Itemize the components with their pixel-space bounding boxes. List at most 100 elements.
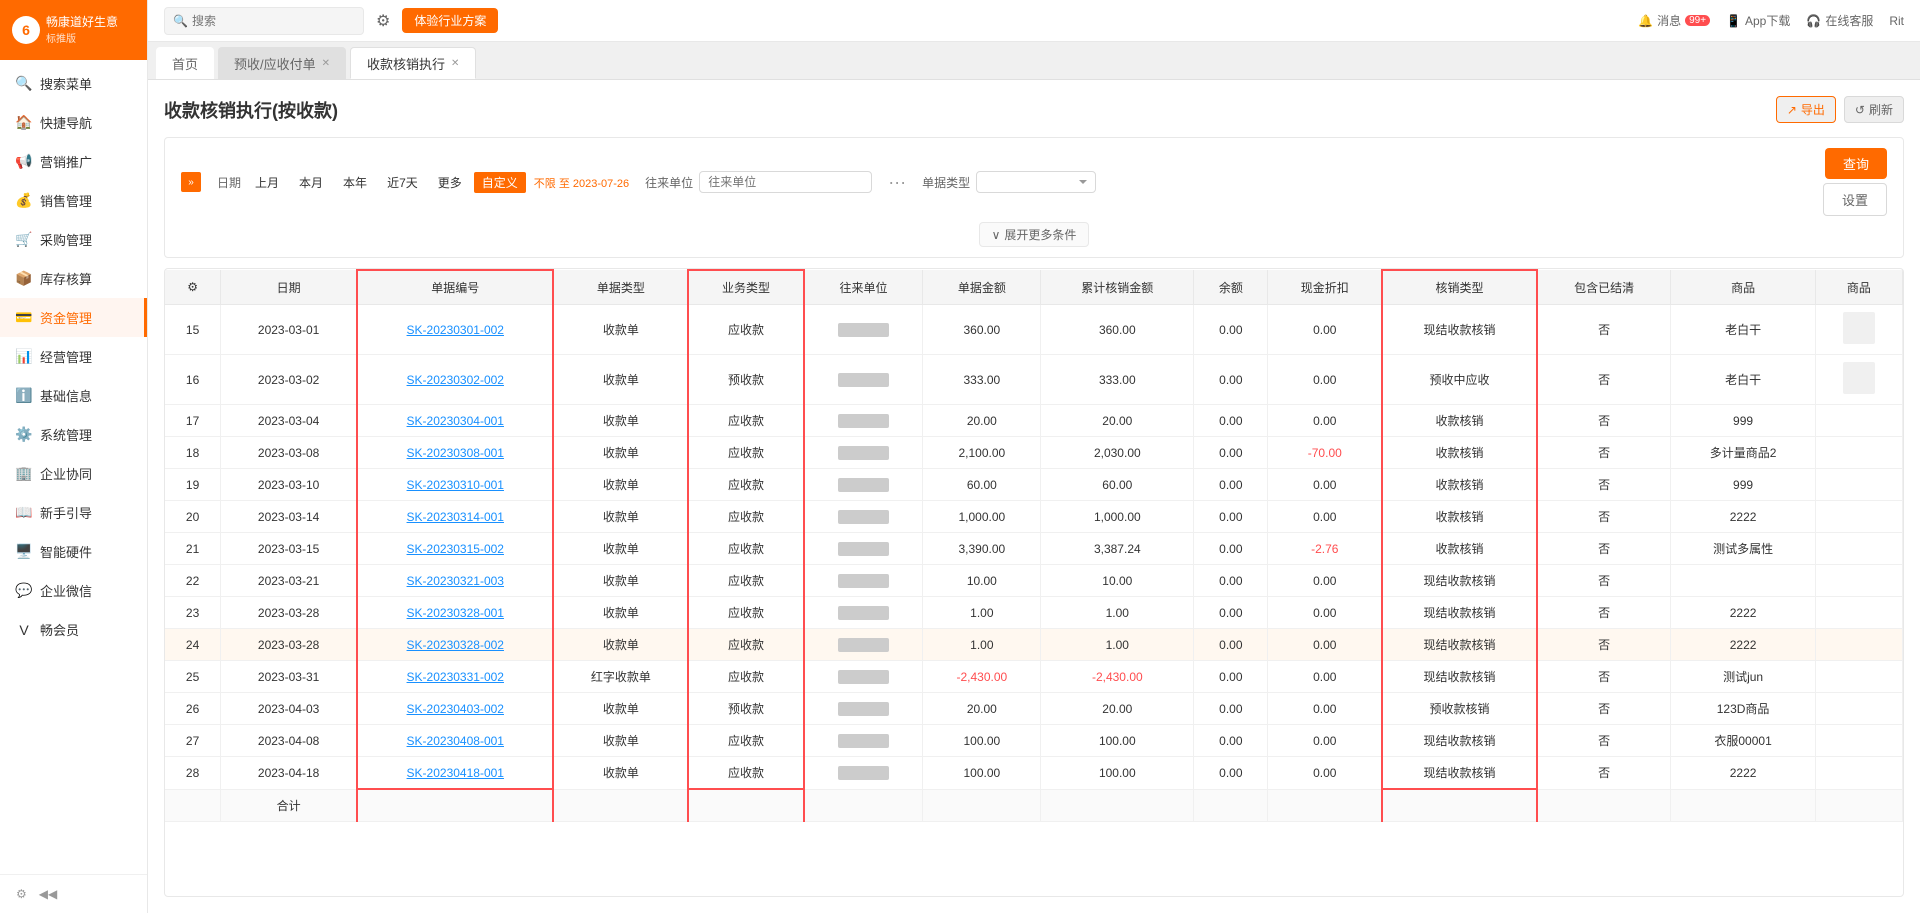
bill-no-link[interactable]: SK-20230302-002 xyxy=(407,373,504,387)
td-bill_no[interactable]: SK-20230328-001 xyxy=(357,597,553,629)
td-bill_type: 收款单 xyxy=(553,305,688,355)
bill-no-link[interactable]: SK-20230304-001 xyxy=(407,414,504,428)
expand-conditions-btn[interactable]: ∨ 展开更多条件 xyxy=(979,222,1090,247)
td-product: 老白干 xyxy=(1671,305,1815,355)
td-bill_no[interactable]: SK-20230308-001 xyxy=(357,437,553,469)
sidebar-bottom: ⚙ ◀◀ xyxy=(0,874,147,913)
search-input[interactable] xyxy=(192,14,332,28)
td-bill_no[interactable]: SK-20230301-002 xyxy=(357,305,553,355)
tab-close-prepay[interactable]: ✕ xyxy=(322,58,330,69)
nav-icon-quick-nav: 🏠 xyxy=(16,115,32,131)
sidebar-item-sales[interactable]: 💰销售管理 xyxy=(0,181,147,220)
sidebar-item-wechat[interactable]: 💬企业微信 xyxy=(0,571,147,610)
td-bill_no[interactable]: SK-20230315-002 xyxy=(357,533,553,565)
nav-label-sales: 销售管理 xyxy=(40,191,92,210)
tab-prepay[interactable]: 预收/应收付单✕ xyxy=(218,47,346,79)
bill-no-link[interactable]: SK-20230308-001 xyxy=(407,446,504,460)
td-product: 测试多属性 xyxy=(1671,533,1815,565)
bill-no-link[interactable]: SK-20230315-002 xyxy=(407,542,504,556)
refresh-btn[interactable]: ↺ 刷新 xyxy=(1844,96,1904,123)
td-balance: 0.00 xyxy=(1194,355,1268,405)
date-opt-this-year[interactable]: 本年 xyxy=(335,172,375,193)
td-balance: 0.00 xyxy=(1194,725,1268,757)
td-product: 2222 xyxy=(1671,757,1815,790)
partner-label: 往来单位 xyxy=(645,174,693,191)
sidebar-item-basic[interactable]: ℹ️基础信息 xyxy=(0,376,147,415)
td-bill_no[interactable]: SK-20230302-002 xyxy=(357,355,553,405)
total-td-balance xyxy=(1194,789,1268,821)
tab-label-reconcile: 收款核销执行 xyxy=(367,54,445,73)
search-box[interactable]: 🔍 xyxy=(164,7,364,35)
td-bill_no[interactable]: SK-20230304-001 xyxy=(357,405,553,437)
sidebar-item-finance[interactable]: 💳资金管理 xyxy=(0,298,147,337)
date-opt-custom[interactable]: 自定义 xyxy=(474,172,526,193)
sidebar-item-search-menu[interactable]: 🔍搜索菜单 xyxy=(0,64,147,103)
td-bill_no[interactable]: SK-20230314-001 xyxy=(357,501,553,533)
filter-toggle-btn[interactable]: » xyxy=(181,172,201,192)
sidebar-item-guide[interactable]: 📖新手引导 xyxy=(0,493,147,532)
sidebar-item-member[interactable]: V畅会员 xyxy=(0,610,147,649)
filter-settings-btn[interactable]: 设置 xyxy=(1823,183,1887,216)
td-bill_no[interactable]: SK-20230331-002 xyxy=(357,661,553,693)
date-opt-more[interactable]: 更多 xyxy=(430,172,470,193)
user-avatar[interactable]: Rit xyxy=(1889,14,1904,28)
td-cum_amount: 2,030.00 xyxy=(1041,437,1194,469)
tab-reconcile[interactable]: 收款核销执行 ✕ xyxy=(350,47,476,79)
date-options: 上月 本月 本年 近7天 更多 自定义 xyxy=(247,172,526,193)
bill-no-link[interactable]: SK-20230328-002 xyxy=(407,638,504,652)
query-btn[interactable]: 查询 xyxy=(1825,148,1887,179)
th-product: 商品 xyxy=(1671,270,1815,305)
td-bill_no[interactable]: SK-20230418-001 xyxy=(357,757,553,790)
tab-close-reconcile[interactable]: ✕ xyxy=(451,58,459,69)
bill-no-link[interactable]: SK-20230408-001 xyxy=(407,734,504,748)
sidebar-item-purchase[interactable]: 🛒采购管理 xyxy=(0,220,147,259)
td-bill_no[interactable]: SK-20230321-003 xyxy=(357,565,553,597)
date-opt-last-month[interactable]: 上月 xyxy=(247,172,287,193)
td-amount: 20.00 xyxy=(923,405,1041,437)
td-cum_amount: 1,000.00 xyxy=(1041,501,1194,533)
td-partner: ██████ xyxy=(804,597,923,629)
td-bill_no[interactable]: SK-20230408-001 xyxy=(357,725,553,757)
bill-no-link[interactable]: SK-20230418-001 xyxy=(407,766,504,780)
bill-no-link[interactable]: SK-20230403-002 xyxy=(407,702,504,716)
bill-type-select[interactable] xyxy=(976,171,1096,193)
td-cum_amount: 1.00 xyxy=(1041,597,1194,629)
settings-icon[interactable]: ⚙ xyxy=(16,887,27,901)
bill-no-link[interactable]: SK-20230301-002 xyxy=(407,323,504,337)
tab-home[interactable]: 首页 xyxy=(156,47,214,79)
bill-no-link[interactable]: SK-20230331-002 xyxy=(407,670,504,684)
td-bill_no[interactable]: SK-20230310-001 xyxy=(357,469,553,501)
app-download-btn[interactable]: 📱 App下载 xyxy=(1726,12,1790,29)
export-btn[interactable]: ↗ 导出 xyxy=(1776,96,1836,123)
td-cash_discount: -2.76 xyxy=(1268,533,1382,565)
date-opt-7days[interactable]: 近7天 xyxy=(379,172,426,193)
topbar-gear-icon[interactable]: ⚙ xyxy=(376,11,390,31)
collapse-icon[interactable]: ◀◀ xyxy=(39,887,57,901)
sidebar-item-operation[interactable]: 📊经营管理 xyxy=(0,337,147,376)
bill-no-link[interactable]: SK-20230321-003 xyxy=(407,574,504,588)
td-bill_no[interactable]: SK-20230328-002 xyxy=(357,629,553,661)
td-cum_amount: 3,387.24 xyxy=(1041,533,1194,565)
industry-btn[interactable]: 体验行业方案 xyxy=(402,8,498,33)
messages-btn[interactable]: 🔔 消息 99+ xyxy=(1638,12,1710,29)
sidebar-item-hardware[interactable]: 🖥️智能硬件 xyxy=(0,532,147,571)
bill-no-link[interactable]: SK-20230310-001 xyxy=(407,478,504,492)
th-date: 日期 xyxy=(221,270,357,305)
sidebar-item-system[interactable]: ⚙️系统管理 xyxy=(0,415,147,454)
filter-row-main: » 日期 上月 本月 本年 近7天 更多 自定义 不限 至 2023-07-26… xyxy=(181,148,1887,216)
td-settings: 15 xyxy=(165,305,221,355)
sidebar-item-enterprise[interactable]: 🏢企业协同 xyxy=(0,454,147,493)
sidebar-item-inventory[interactable]: 📦库存核算 xyxy=(0,259,147,298)
bill-no-link[interactable]: SK-20230314-001 xyxy=(407,510,504,524)
partner-input[interactable] xyxy=(699,171,872,193)
td-date: 2023-03-28 xyxy=(221,597,357,629)
sidebar-item-marketing[interactable]: 📢营销推广 xyxy=(0,142,147,181)
td-bill_no[interactable]: SK-20230403-002 xyxy=(357,693,553,725)
td-biz_type: 应收款 xyxy=(688,305,803,355)
support-btn[interactable]: 🎧 在线客服 xyxy=(1806,12,1873,29)
nav-icon-hardware: 🖥️ xyxy=(16,544,32,560)
td-settings: 25 xyxy=(165,661,221,693)
sidebar-item-quick-nav[interactable]: 🏠快捷导航 xyxy=(0,103,147,142)
bill-no-link[interactable]: SK-20230328-001 xyxy=(407,606,504,620)
date-opt-this-month[interactable]: 本月 xyxy=(291,172,331,193)
